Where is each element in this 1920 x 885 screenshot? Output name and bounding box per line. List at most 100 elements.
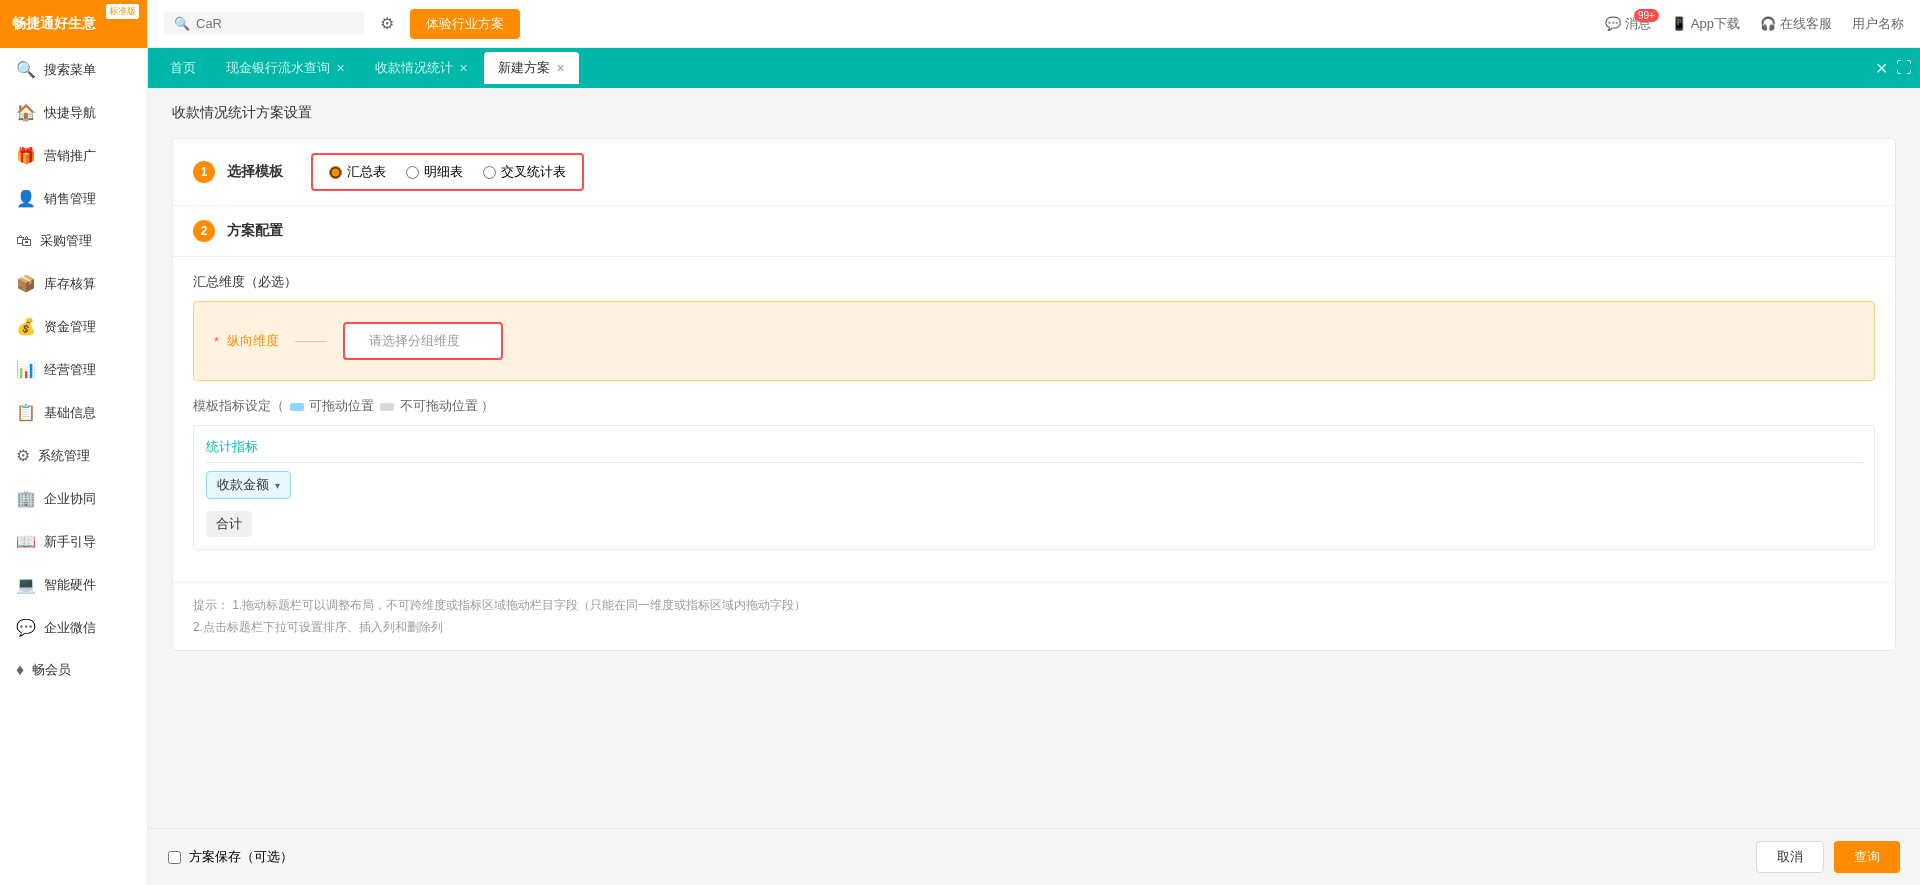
sidebar-item-basic-info[interactable]: 📋 基础信息	[0, 391, 147, 434]
query-button[interactable]: 查询	[1834, 841, 1900, 873]
sidebar-label-capital: 资金管理	[44, 318, 96, 336]
save-checkbox[interactable]	[168, 851, 181, 864]
sidebar-item-marketing[interactable]: 🎁 营销推广	[0, 134, 147, 177]
page-title: 收款情况统计方案设置	[172, 104, 1896, 122]
hint-section: 提示： 1.拖动标题栏可以调整布局，不可跨维度或指标区域拖动栏目字段（只能在同一…	[173, 582, 1895, 650]
step2-header: 2 方案配置	[173, 206, 1895, 257]
sidebar-label-system: 系统管理	[38, 447, 90, 465]
template-selection-box: 汇总表 明细表 交叉统计表	[311, 153, 584, 191]
sidebar-item-purchase[interactable]: 🛍采购管理	[0, 220, 147, 262]
sidebar-logo: 畅捷通好生意 标准版	[0, 0, 147, 48]
basic-info-icon: 📋	[16, 403, 36, 422]
tab-fullscreen-icon[interactable]: ⛶	[1896, 59, 1912, 77]
tab-label-collection-stats: 收款情况统计	[375, 59, 453, 77]
industry-btn[interactable]: 体验行业方案	[410, 9, 520, 39]
sales-icon: 👤	[16, 189, 36, 208]
inventory-icon: 📦	[16, 274, 36, 293]
dimension-title-text: 汇总维度（必选）	[193, 274, 297, 289]
service-item[interactable]: 🎧 在线客服	[1760, 15, 1832, 33]
footer-bar: 方案保存（可选） 取消 查询	[148, 828, 1920, 885]
guide-icon: 📖	[16, 532, 36, 551]
footer-actions: 取消 查询	[1756, 841, 1900, 873]
search-input[interactable]	[196, 16, 336, 31]
dimension-title: 汇总维度（必选）	[193, 273, 1875, 291]
sidebar-item-search-menu[interactable]: 🔍 搜索菜单	[0, 48, 147, 91]
sidebar-item-quick-nav[interactable]: 🏠快捷导航	[0, 91, 147, 134]
sidebar-label-search-menu: 搜索菜单	[44, 61, 96, 79]
sidebar-label-guide: 新手引导	[44, 533, 96, 551]
search-menu-icon: 🔍	[16, 60, 36, 79]
download-icon: 📱	[1671, 16, 1687, 31]
sidebar-item-weixin[interactable]: 💬企业微信	[0, 606, 147, 649]
arrow-right-icon: ——	[295, 332, 327, 350]
step1-row: 1 选择模板 汇总表明细表交叉统计表	[173, 139, 1895, 206]
radio-cross[interactable]	[483, 166, 496, 179]
dim-selector[interactable]: 请选择分组维度	[343, 322, 503, 360]
sidebar-item-guide[interactable]: 📖 新手引导	[0, 520, 147, 563]
main-area: 🔍 ⚙ 体验行业方案 💬 消息 99+ 📱 App下载 🎧 在线客服 用户名称 …	[148, 0, 1920, 885]
metrics-section: 模板指标设定（ 可拖动位置 不可拖动位置 ） 统计指标	[193, 397, 1875, 550]
sidebar-item-smart-hw[interactable]: 💻 智能硬件	[0, 563, 147, 606]
radio-label-detail: 明细表	[424, 163, 463, 181]
metric-chip-wrapper: 收款金额 ▾	[206, 471, 1862, 499]
sidebar-item-enterprise[interactable]: 🏢企业协同	[0, 477, 147, 520]
notification-item[interactable]: 💬 消息 99+	[1605, 15, 1651, 33]
service-label: 在线客服	[1780, 15, 1832, 33]
radio-item-detail[interactable]: 明细表	[406, 163, 463, 181]
sidebar-item-capital[interactable]: 💰资金管理	[0, 305, 147, 348]
metric-chip[interactable]: 收款金额 ▾	[206, 471, 291, 499]
tab-close-new-plan[interactable]: ✕	[556, 62, 565, 75]
sidebar-item-sales[interactable]: 👤销售管理	[0, 177, 147, 220]
enterprise-icon: 🏢	[16, 489, 36, 508]
sidebar-label-smart-hw: 智能硬件	[44, 576, 96, 594]
service-icon: 🎧	[1760, 16, 1776, 31]
tab-close-bank-flow[interactable]: ✕	[336, 62, 345, 75]
cancel-button[interactable]: 取消	[1756, 841, 1824, 873]
sidebar-label-operations: 经营管理	[44, 361, 96, 379]
required-star: *	[214, 334, 219, 349]
sidebar-label-basic-info: 基础信息	[44, 404, 96, 422]
tab-close-collection-stats[interactable]: ✕	[459, 62, 468, 75]
radio-label-cross: 交叉统计表	[501, 163, 566, 181]
tab-bank-flow[interactable]: 现金银行流水查询 ✕	[212, 52, 359, 84]
smart-hw-icon: 💻	[16, 575, 36, 594]
tab-label-bank-flow: 现金银行流水查询	[226, 59, 330, 77]
logo-text: 畅捷通好生意	[12, 15, 96, 33]
step1-title: 选择模板	[227, 163, 283, 181]
radio-detail[interactable]	[406, 166, 419, 179]
tab-label-new-plan: 新建方案	[498, 59, 550, 77]
radio-item-summary[interactable]: 汇总表	[329, 163, 386, 181]
metric-chip-label: 收款金额	[217, 476, 269, 494]
search-box[interactable]: 🔍	[164, 12, 364, 35]
step2-badge: 2	[193, 220, 215, 242]
sidebar-nav: 🔍 搜索菜单 🏠快捷导航 🎁 营销推广 👤销售管理🛍采购管理 📦 库存核算 💰资金管理📊经营管理…	[0, 48, 147, 885]
tab-close-all-icon[interactable]: ✕	[1875, 59, 1888, 78]
notification-count: 99+	[1634, 9, 1659, 22]
tab-new-plan[interactable]: 新建方案 ✕	[484, 52, 579, 84]
sidebar-label-purchase: 采购管理	[40, 232, 92, 250]
tab-collection-stats[interactable]: 收款情况统计 ✕	[361, 52, 482, 84]
sidebar-item-operations[interactable]: 📊经营管理	[0, 348, 147, 391]
drag-icon-blue	[290, 403, 304, 411]
search-icon: 🔍	[174, 16, 190, 31]
tab-home[interactable]: 首页	[156, 52, 210, 84]
drag-icon-gray	[380, 403, 394, 411]
topbar-right: 💬 消息 99+ 📱 App下载 🎧 在线客服 用户名称	[1605, 15, 1904, 33]
hint-text: 提示： 1.拖动标题栏可以调整布局，不可跨维度或指标区域拖动栏目字段（只能在同一…	[193, 595, 1875, 617]
sidebar-item-member[interactable]: ♦畅会员	[0, 649, 147, 691]
settings-icon[interactable]: ⚙	[380, 14, 394, 33]
radio-summary[interactable]	[329, 166, 342, 179]
sidebar-label-marketing: 营销推广	[44, 147, 96, 165]
metrics-header-close: ）	[481, 398, 494, 413]
download-item[interactable]: 📱 App下载	[1671, 15, 1740, 33]
sidebar-label-inventory: 库存核算	[44, 275, 96, 293]
dimension-section: 汇总维度（必选） * 纵向维度 —— 请选择分组维度	[193, 273, 1875, 381]
sidebar-label-member: 畅会员	[32, 661, 71, 679]
radio-item-cross[interactable]: 交叉统计表	[483, 163, 566, 181]
download-label: App下载	[1691, 15, 1740, 33]
sidebar-item-system[interactable]: ⚙系统管理	[0, 434, 147, 477]
sidebar-item-inventory[interactable]: 📦 库存核算	[0, 262, 147, 305]
radio-label-summary: 汇总表	[347, 163, 386, 181]
chevron-down-icon: ▾	[275, 480, 280, 491]
marketing-icon: 🎁	[16, 146, 36, 165]
